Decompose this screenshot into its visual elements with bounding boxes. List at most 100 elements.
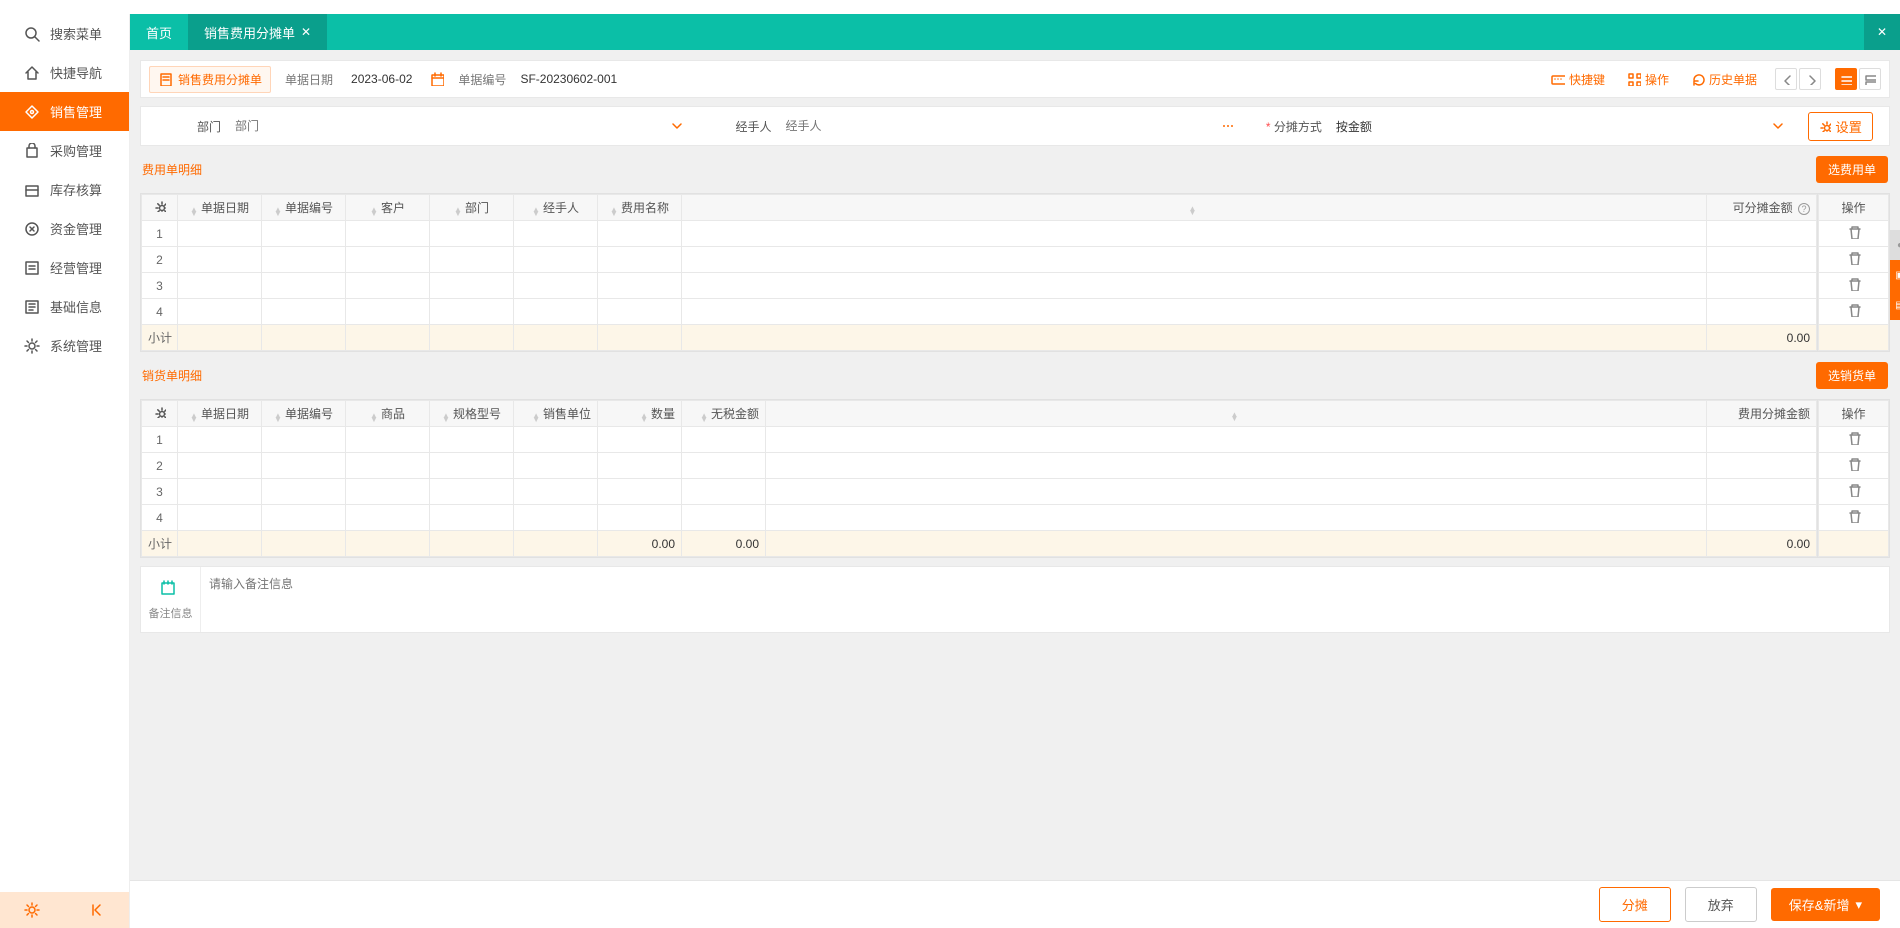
close-icon[interactable]: ✕ xyxy=(301,25,311,39)
col-date[interactable]: ▲▼单据日期 xyxy=(178,401,262,427)
sidebar-item-label: 库存核算 xyxy=(50,180,102,199)
dept-input[interactable] xyxy=(235,119,687,133)
float-tab-3[interactable]: ▤ xyxy=(1890,290,1900,320)
sidebar-item-label: 资金管理 xyxy=(50,219,102,238)
doc-title-chip: 销售费用分摊单 xyxy=(149,66,271,93)
subtotal-row: 小计 0.00 0.00 0.00 xyxy=(142,531,1817,557)
dept-select[interactable] xyxy=(235,113,687,139)
col-handler[interactable]: ▲▼经手人 xyxy=(514,195,598,221)
chevron-down-icon[interactable] xyxy=(1770,118,1784,135)
float-tab-2[interactable]: ▣ xyxy=(1890,260,1900,290)
allocate-button[interactable]: 分摊 xyxy=(1599,887,1671,922)
shortcut-link[interactable]: 快捷键 xyxy=(1547,71,1609,88)
col-spacer[interactable]: ▲▼ xyxy=(766,401,1707,427)
sidebar-item-sales[interactable]: 销售管理 xyxy=(0,92,129,131)
operate-link[interactable]: 操作 xyxy=(1623,71,1673,88)
col-config[interactable] xyxy=(142,195,178,221)
view-list[interactable] xyxy=(1835,68,1857,90)
table-row[interactable]: 3 xyxy=(142,273,1817,299)
col-no[interactable]: ▲▼单据编号 xyxy=(262,401,346,427)
col-customer[interactable]: ▲▼客户 xyxy=(346,195,430,221)
col-allocatable[interactable]: 可分摊金额 ? xyxy=(1707,195,1817,221)
view-rows[interactable] xyxy=(1859,68,1881,90)
delete-row[interactable] xyxy=(1847,460,1861,474)
col-config[interactable] xyxy=(142,401,178,427)
sales-table: ▲▼单据日期 ▲▼单据编号 ▲▼商品 ▲▼规格型号 ▲▼销售单位 ▲▼数量 ▲▼… xyxy=(140,399,1890,558)
table-row[interactable]: 4 xyxy=(142,299,1817,325)
sidebar-item-purchase[interactable]: 采购管理 xyxy=(0,131,129,170)
tab-home[interactable]: 首页 xyxy=(130,14,188,50)
date-value[interactable]: 2023-06-02 xyxy=(347,70,416,88)
sidebar-item-funds[interactable]: 资金管理 xyxy=(0,209,129,248)
home-icon xyxy=(24,65,40,81)
delete-row[interactable] xyxy=(1847,486,1861,500)
col-unit[interactable]: ▲▼销售单位 xyxy=(514,401,598,427)
sidebar-item-system[interactable]: 系统管理 xyxy=(0,326,129,365)
col-amount[interactable]: ▲▼无税金额 xyxy=(682,401,766,427)
sidebar-item-inventory[interactable]: 库存核算 xyxy=(0,170,129,209)
remark-card: 备注信息 xyxy=(140,566,1890,633)
search-icon xyxy=(24,26,40,42)
table-row[interactable]: 1 xyxy=(142,221,1817,247)
table-row[interactable]: 2 xyxy=(142,247,1817,273)
handler-input[interactable] xyxy=(785,119,1237,133)
delete-row[interactable] xyxy=(1847,280,1861,294)
close-all-tabs[interactable]: ✕ xyxy=(1864,14,1900,50)
sidebar-item-search[interactable]: 搜索菜单 xyxy=(0,14,129,53)
history-link[interactable]: 历史单据 xyxy=(1687,71,1761,88)
gear-icon xyxy=(154,406,166,418)
delete-row[interactable] xyxy=(1847,512,1861,526)
delete-row[interactable] xyxy=(1847,254,1861,268)
table-row[interactable]: 1 xyxy=(142,427,1817,453)
sidebar-item-label: 搜索菜单 xyxy=(50,24,102,43)
save-new-button[interactable]: 保存&新增 ▾ xyxy=(1771,888,1880,921)
sidebar-item-business[interactable]: 经营管理 xyxy=(0,248,129,287)
select-expense-button[interactable]: 选费用单 xyxy=(1816,156,1888,183)
expense-section-title: 费用单明细 xyxy=(142,161,202,178)
history-next[interactable] xyxy=(1799,68,1821,90)
more-icon[interactable] xyxy=(1220,118,1234,135)
report-icon xyxy=(24,260,40,276)
docno-label: 单据编号 xyxy=(458,71,506,88)
discard-button[interactable]: 放弃 xyxy=(1685,887,1757,922)
col-date[interactable]: ▲▼单据日期 xyxy=(178,195,262,221)
handler-select[interactable] xyxy=(785,113,1237,139)
col-ops: 操作 xyxy=(1819,401,1889,427)
settings-icon[interactable] xyxy=(24,902,40,918)
delete-row[interactable] xyxy=(1847,306,1861,320)
col-name[interactable]: ▲▼费用名称 xyxy=(598,195,682,221)
float-tab-1[interactable]: ◐ xyxy=(1890,230,1900,260)
col-spacer[interactable]: ▲▼ xyxy=(682,195,1707,221)
table-row[interactable]: 4 xyxy=(142,505,1817,531)
gear-icon xyxy=(154,200,166,212)
method-select[interactable] xyxy=(1336,113,1788,139)
tab-current[interactable]: 销售费用分摊单 ✕ xyxy=(188,14,327,50)
cart-icon xyxy=(24,143,40,159)
delete-row[interactable] xyxy=(1847,434,1861,448)
collapse-icon[interactable] xyxy=(89,902,105,918)
delete-row[interactable] xyxy=(1847,228,1861,242)
table-row[interactable]: 2 xyxy=(142,453,1817,479)
sidebar-item-basic[interactable]: 基础信息 xyxy=(0,287,129,326)
remark-input[interactable] xyxy=(209,575,1881,621)
sidebar-item-label: 经营管理 xyxy=(50,258,102,277)
col-alloc[interactable]: 费用分摊金额 xyxy=(1707,401,1817,427)
col-spec[interactable]: ▲▼规格型号 xyxy=(430,401,514,427)
chevron-down-icon: ▾ xyxy=(1855,897,1862,913)
history-prev[interactable] xyxy=(1775,68,1797,90)
table-row[interactable]: 3 xyxy=(142,479,1817,505)
form-row: 部门 经手人 分摊方式 xyxy=(140,106,1890,146)
col-product[interactable]: ▲▼商品 xyxy=(346,401,430,427)
wallet-icon xyxy=(24,221,40,237)
chevron-down-icon[interactable] xyxy=(669,118,683,135)
select-sales-button[interactable]: 选销货单 xyxy=(1816,362,1888,389)
sidebar-footer xyxy=(0,892,129,928)
document-icon xyxy=(158,72,172,86)
col-no[interactable]: ▲▼单据编号 xyxy=(262,195,346,221)
sidebar-item-quicknav[interactable]: 快捷导航 xyxy=(0,53,129,92)
settings-button[interactable]: 设置 xyxy=(1808,112,1873,141)
calendar-icon[interactable] xyxy=(430,72,444,86)
method-input[interactable] xyxy=(1336,119,1788,133)
col-dept[interactable]: ▲▼部门 xyxy=(430,195,514,221)
col-qty[interactable]: ▲▼数量 xyxy=(598,401,682,427)
